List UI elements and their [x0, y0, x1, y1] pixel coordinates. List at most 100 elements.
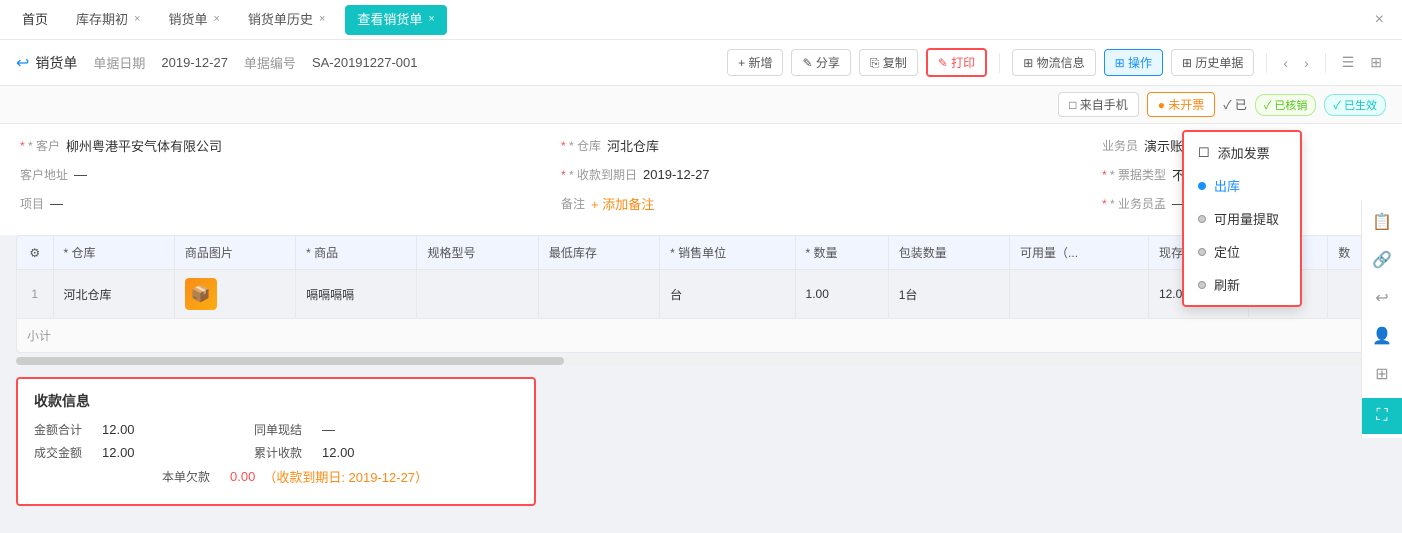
- row-image: 📦: [174, 270, 295, 319]
- document-header: ↩ 销货单 单据日期 2019-12-27 单据编号 SA-20191227-0…: [0, 40, 1402, 86]
- tab-sales-order[interactable]: 销货单 ×: [156, 0, 231, 40]
- scrollbar-thumb: [16, 357, 564, 365]
- same-order-label: 同单现结: [254, 421, 314, 438]
- add-note-button[interactable]: + 添加备注: [591, 194, 654, 213]
- table-row: 1 河北仓库 📦 嗝嗝嗝嗝 台 1.00 1台 12.00 0.: [17, 270, 1385, 319]
- th-quantity: * 数量: [795, 236, 888, 270]
- sidebar-expand-icon[interactable]: ⛶: [1362, 398, 1402, 434]
- th-settings[interactable]: ⚙: [17, 236, 53, 270]
- view-grid-button[interactable]: ⊞: [1366, 52, 1386, 73]
- same-order-value: —: [322, 422, 335, 437]
- nav-prev-button[interactable]: ‹: [1279, 53, 1292, 73]
- total-amount-field: 金额合计 12.00: [34, 421, 234, 438]
- view-list-button[interactable]: ☰: [1338, 52, 1359, 73]
- th-warehouse: * 仓库: [53, 236, 174, 270]
- customer-label: * 客户: [20, 137, 60, 154]
- history-button[interactable]: ⊞ 历史单据: [1171, 49, 1254, 76]
- warehouse-value: 河北仓库: [607, 136, 659, 155]
- cumulative-field: 累计收款 12.00: [254, 444, 454, 461]
- subtotal-label: 小计: [17, 319, 1385, 353]
- close-tab-history[interactable]: ×: [319, 13, 325, 25]
- same-order-field: 同单现结 —: [254, 421, 454, 438]
- address-value: —: [74, 167, 87, 182]
- th-image: 商品图片: [174, 236, 295, 270]
- tab-inventory-init[interactable]: 库存期初 ×: [64, 0, 152, 40]
- subtotal-row: 小计: [17, 319, 1385, 353]
- doc-title-text: 销货单: [35, 53, 77, 73]
- note-field: 备注 + 添加备注: [561, 194, 841, 213]
- cumulative-label: 累计收款: [254, 444, 314, 461]
- sub-action-bar: □ 来自手机 ● 未开票 ✓ 已 ✓ 已核销 ✓ 已生效: [0, 86, 1402, 124]
- top-nav-bar: 首页 库存期初 × 销货单 × 销货单历史 × 查看销货单 × ×: [0, 0, 1402, 40]
- operations-dropdown: ☐ 添加发票 出库 可用量提取 定位 刷新: [1182, 130, 1302, 307]
- close-window-button[interactable]: ×: [1367, 11, 1392, 29]
- project-field: 项目 —: [20, 195, 300, 212]
- confirm-label: ✓ 已: [1223, 96, 1247, 113]
- doc-title-icon: ↩: [16, 53, 29, 73]
- table-container: ⚙ * 仓库 商品图片 * 商品 规格型号 最低库存 * 销售单位 * 数量 包…: [16, 235, 1386, 353]
- share-button[interactable]: ✎ 分享: [791, 49, 850, 76]
- dropdown-refresh[interactable]: 刷新: [1184, 268, 1300, 301]
- from-phone-button[interactable]: □ 来自手机: [1058, 92, 1139, 117]
- status-sold-badge: ✓ 已核销: [1255, 94, 1317, 116]
- th-available: 可用量（...: [1010, 236, 1149, 270]
- customer-field: * 客户 柳州粤港平安气体有限公司: [20, 136, 300, 155]
- tab-home[interactable]: 首页: [10, 0, 60, 40]
- customer-value: 柳州粤港平安气体有限公司: [66, 136, 222, 155]
- nav-next-button[interactable]: ›: [1300, 53, 1313, 73]
- row-product: 嗝嗝嗝嗝: [296, 270, 417, 319]
- note-label: 备注: [561, 195, 585, 212]
- not-opened-button[interactable]: ● 未开票: [1147, 92, 1216, 117]
- dropdown-available[interactable]: 可用量提取: [1184, 202, 1300, 235]
- row-min-stock: [538, 270, 659, 319]
- date-value: 2019-12-27: [161, 55, 228, 70]
- address-field: 客户地址 —: [20, 166, 300, 183]
- logistics-button[interactable]: ⊞ 物流信息: [1012, 49, 1095, 76]
- total-amount-value: 12.00: [102, 422, 135, 437]
- dropdown-outbound[interactable]: 出库: [1184, 169, 1300, 202]
- row-num: 1: [17, 270, 53, 319]
- horizontal-scrollbar[interactable]: [16, 357, 1386, 365]
- sidebar-grid-icon[interactable]: ⊞: [1362, 356, 1402, 392]
- sidebar-return-icon[interactable]: ↩: [1362, 280, 1402, 316]
- radio-icon: [1198, 215, 1206, 223]
- transaction-label: 成交金额: [34, 444, 94, 461]
- refresh-label: 刷新: [1214, 275, 1240, 294]
- arrears-field: 本单欠款 0.00 （收款到期日: 2019-12-27）: [162, 467, 428, 486]
- separator2: [1266, 53, 1267, 73]
- dropdown-add-invoice[interactable]: ☐ 添加发票: [1184, 136, 1300, 169]
- payment-info-panel: 收款信息 金额合计 12.00 同单现结 — 成交金额 12.00 累计收款 1…: [16, 377, 536, 506]
- dropdown-locate[interactable]: 定位: [1184, 235, 1300, 268]
- document-actions: + 新增 ✎ 分享 ⎘ 复制 ✎ 打印 ⊞ 物流信息 ⊞ 操作 ⊞ 历史单据 ‹…: [727, 48, 1386, 77]
- available-label: 可用量提取: [1214, 209, 1279, 228]
- number-label: 单据编号: [244, 53, 296, 72]
- th-spec: 规格型号: [417, 236, 538, 270]
- right-sidebar: 📋 🔗 ↩ 👤 ⊞ ⛶: [1361, 200, 1402, 438]
- separator3: [1325, 53, 1326, 73]
- payment-row-1: 金额合计 12.00 同单现结 —: [34, 421, 518, 438]
- tab-sales-history[interactable]: 销货单历史 ×: [236, 0, 337, 40]
- sidebar-link-icon[interactable]: 🔗: [1362, 242, 1402, 278]
- form-row-3: 项目 — 备注 + 添加备注 * 业务员孟 —: [20, 194, 1382, 213]
- cumulative-value: 12.00: [322, 445, 355, 460]
- separator: [999, 53, 1000, 73]
- outbound-label: 出库: [1214, 176, 1240, 195]
- th-min-stock: 最低库存: [538, 236, 659, 270]
- close-tab-sales[interactable]: ×: [213, 13, 219, 25]
- tab-view-sales[interactable]: 查看销货单 ×: [345, 5, 446, 35]
- address-label: 客户地址: [20, 166, 68, 183]
- sidebar-doc-icon[interactable]: 📋: [1362, 204, 1402, 240]
- radio-selected-icon: [1198, 182, 1206, 190]
- payment-row-3: 本单欠款 0.00 （收款到期日: 2019-12-27）: [34, 467, 518, 486]
- sidebar-user-icon[interactable]: 👤: [1362, 318, 1402, 354]
- bottom-section: 收款信息 金额合计 12.00 同单现结 — 成交金额 12.00 累计收款 1…: [0, 365, 1402, 518]
- copy-button[interactable]: ⎘ 复制: [859, 49, 918, 76]
- close-tab-view[interactable]: ×: [428, 13, 434, 25]
- row-unit: 台: [660, 270, 795, 319]
- arrears-value: 0.00: [230, 469, 255, 484]
- close-tab-inventory[interactable]: ×: [134, 13, 140, 25]
- new-button[interactable]: + 新增: [727, 49, 783, 76]
- print-button[interactable]: ✎ 打印: [926, 48, 987, 77]
- project-label: 项目: [20, 195, 44, 212]
- operations-button[interactable]: ⊞ 操作: [1104, 49, 1163, 76]
